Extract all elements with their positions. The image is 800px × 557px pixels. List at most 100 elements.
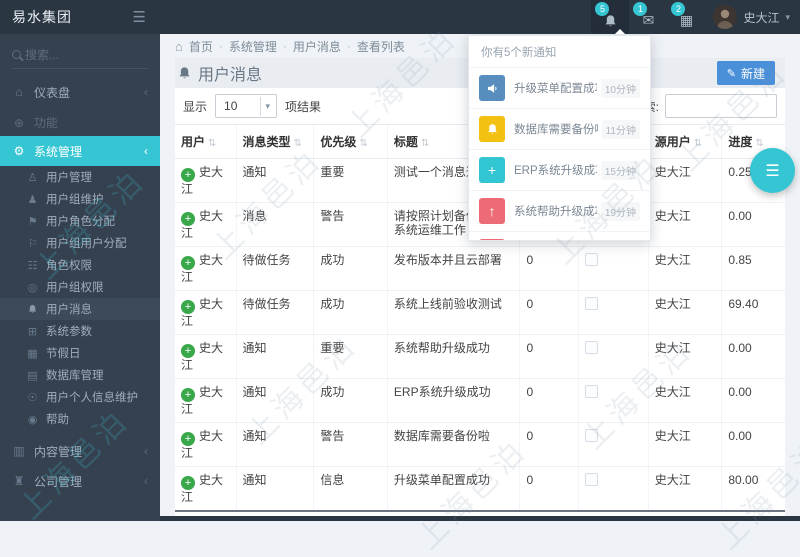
expand-icon[interactable]: +	[181, 344, 195, 358]
messages-button[interactable]: 1 ✉	[629, 0, 667, 34]
expand-icon[interactable]: +	[181, 476, 195, 490]
envelope-icon: ✉	[642, 12, 655, 28]
sidebar-item-holidays[interactable]: ▦ 节假日	[0, 342, 160, 364]
row-checkbox[interactable]	[585, 385, 599, 398]
search-area: 搜索:	[632, 94, 777, 118]
user-cell: + 史大江	[175, 290, 236, 335]
row-checkbox[interactable]	[585, 253, 599, 266]
type-cell: 待做任务	[235, 246, 314, 291]
expand-icon[interactable]: +	[181, 300, 195, 314]
notification-time: 15分钟	[600, 160, 640, 180]
calendar-button[interactable]: 2 ▦	[667, 0, 705, 34]
title-cell: 发布版本并且云部署	[386, 246, 520, 291]
notifications-dropdown: 你有5个新通知 升级菜单配置成功 10分钟 数据库需要备份啦 11分钟 + ER…	[468, 35, 651, 241]
col-message-type[interactable]: 消息类型 ⇅	[235, 124, 314, 159]
col-user[interactable]: 用户 ⇅	[175, 124, 236, 159]
table-row: + 史大江 通知 警告 数据库需要备份啦 0 史大江 0.00	[175, 422, 785, 467]
table-search-input[interactable]	[665, 94, 777, 118]
arrow-up-icon: ↑	[479, 239, 505, 240]
user-menu[interactable]: 史大江 ▾	[713, 5, 790, 29]
floating-menu-button[interactable]: ☰	[750, 148, 795, 193]
sidebar-toggle-icon[interactable]: ☰	[133, 8, 146, 26]
notification-item[interactable]: ↑ 测试一个消息通知 19分钟	[469, 231, 650, 240]
type-cell: 待做任务	[235, 290, 314, 335]
caret-down-icon: ▾	[785, 11, 790, 22]
sort-icon: ⇅	[293, 138, 302, 149]
sidebar-item-group-permissions[interactable]: ◎ 用户组权限	[0, 276, 160, 298]
sidebar-item-help[interactable]: ◉ 帮助	[0, 408, 160, 430]
users-icon: ♟	[27, 193, 38, 206]
select-cell	[578, 466, 649, 512]
sidebar-search-input[interactable]	[25, 48, 148, 62]
col-priority[interactable]: 优先级 ⇅	[313, 124, 388, 159]
sidebar-item-user-messages[interactable]: 用户消息	[0, 298, 160, 320]
chevron-icon: ‹	[144, 144, 148, 158]
sidebar-item-user-management[interactable]: ♙ 用户管理	[0, 166, 160, 188]
expand-icon[interactable]: +	[181, 388, 195, 402]
chevron-icon: ‹	[144, 474, 148, 488]
user-name: 史大江	[743, 10, 780, 25]
progress-cell: 0.00	[721, 378, 785, 423]
row-checkbox[interactable]	[585, 429, 599, 442]
sidebar-item-system-management[interactable]: ⚙ 系统管理 ‹	[0, 136, 160, 166]
col-source-user[interactable]: 源用户 ⇅	[647, 124, 722, 159]
expand-icon[interactable]: +	[181, 256, 195, 270]
top-header: 易水集团 ☰ 5 1 ✉ 2 ▦ 史大江 ▾	[0, 0, 800, 34]
row-checkbox[interactable]	[585, 473, 599, 486]
select-cell	[578, 246, 649, 291]
table-row: + 史大江 通知 信息 升级菜单配置成功 0 史大江 80.00	[175, 466, 785, 512]
notification-item[interactable]: ↑ 系统帮助升级成功 19分钟	[469, 190, 650, 231]
priority-cell: 警告	[313, 202, 388, 247]
priority-cell: 信息	[313, 466, 388, 512]
sidebar-item-company-management[interactable]: ♜ 公司管理 ‹	[0, 466, 160, 496]
sidebar-item-personal-info[interactable]: ☉ 用户个人信息维护	[0, 386, 160, 408]
sort-icon: ⇅	[208, 138, 217, 149]
sidebar-item-user-group-maintenance[interactable]: ♟ 用户组维护	[0, 188, 160, 210]
notification-item[interactable]: 升级菜单配置成功 10分钟	[469, 67, 650, 108]
new-button[interactable]: ✎ 新建	[716, 61, 775, 85]
page-title: 用户消息	[177, 61, 262, 85]
expand-icon[interactable]: +	[181, 432, 195, 446]
breadcrumb-user-messages[interactable]: 用户消息	[293, 38, 341, 55]
sidebar-section-features: ⊕ 功能	[13, 115, 59, 131]
breadcrumb-home[interactable]: 首页	[189, 38, 213, 55]
row-checkbox[interactable]	[585, 341, 599, 354]
logo-area: 易水集团 ☰	[0, 0, 160, 34]
select-cell	[578, 422, 649, 467]
breadcrumb-view-list[interactable]: 查看列表	[357, 38, 405, 55]
title-cell: 数据库需要备份啦	[386, 422, 520, 467]
list-icon: ☷	[27, 259, 38, 272]
priority-cell: 重要	[313, 158, 388, 203]
type-cell: 通知	[235, 158, 314, 203]
home-icon: ⌂	[15, 85, 23, 99]
sidebar-item-dashboard[interactable]: ⌂ 仪表盘 ‹	[0, 77, 160, 107]
results-label: 项结果	[285, 99, 322, 114]
notification-item[interactable]: 数据库需要备份啦 11分钟	[469, 108, 650, 149]
sidebar-item-database-management[interactable]: ▤ 数据库管理	[0, 364, 160, 386]
company-icon: ♜	[13, 474, 25, 488]
sidebar-item-system-parameters[interactable]: ⊞ 系统参数	[0, 320, 160, 342]
row-checkbox[interactable]	[585, 297, 599, 310]
sidebar-item-group-user-assignment[interactable]: ⚐ 用户组用户分配	[0, 232, 160, 254]
progress-cell: 0.00	[721, 422, 785, 467]
source-cell: 史大江	[647, 466, 722, 512]
expand-icon[interactable]: +	[181, 168, 195, 182]
dropdown-arrow	[615, 24, 625, 34]
type-cell: 通知	[235, 334, 314, 379]
page-size-select[interactable]: 10 ▾	[215, 94, 278, 118]
sidebar-item-role-permissions[interactable]: ☷ 角色权限	[0, 254, 160, 276]
user-cell: + 史大江	[175, 334, 236, 379]
sidebar-item-content-management[interactable]: ▥ 内容管理 ‹	[0, 436, 160, 466]
sidebar-item-user-role-assignment[interactable]: ⚑ 用户角色分配	[0, 210, 160, 232]
sort-icon: ⇅	[359, 138, 368, 149]
user-cell: + 史大江	[175, 246, 236, 291]
breadcrumb-system[interactable]: 系统管理	[229, 38, 277, 55]
avatar	[713, 5, 738, 29]
notification-item[interactable]: + ERP系统升级成功 15分钟	[469, 149, 650, 190]
table-row: + 史大江 待做任务 成功 发布版本并且云部署 0 史大江 0.85	[175, 246, 785, 291]
count-cell: 0	[519, 334, 579, 379]
expand-icon[interactable]: +	[181, 212, 195, 226]
type-cell: 通知	[235, 466, 314, 512]
source-cell: 史大江	[647, 378, 722, 423]
lens-icon: ◎	[27, 281, 38, 294]
